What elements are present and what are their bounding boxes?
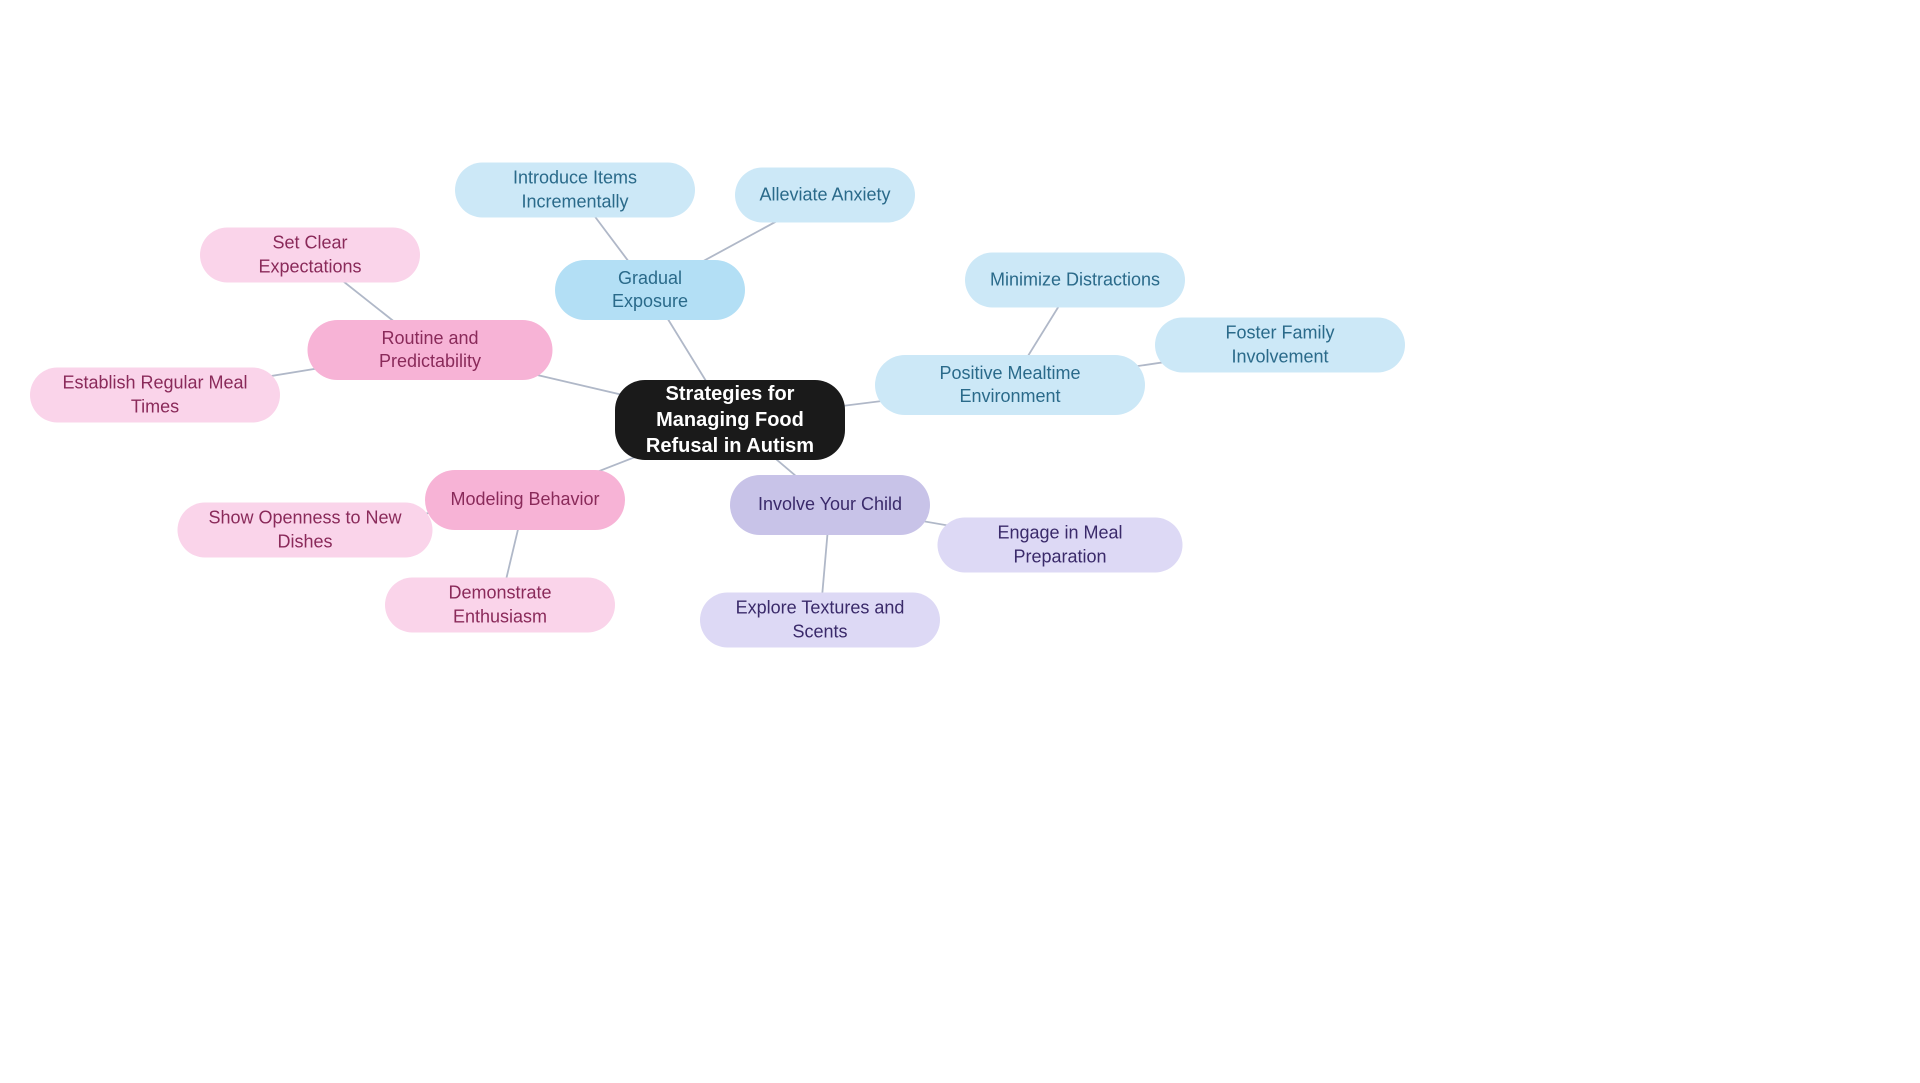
node-show-openness[interactable]: Show Openness to New Dishes <box>178 503 433 558</box>
node-positive-mealtime[interactable]: Positive Mealtime Environment <box>875 355 1145 415</box>
node-routine-predictability[interactable]: Routine and Predictability <box>308 320 553 380</box>
center-node[interactable]: Strategies for Managing Food Refusal in … <box>615 380 845 460</box>
node-alleviate-anxiety[interactable]: Alleviate Anxiety <box>735 168 915 223</box>
node-modeling-behavior[interactable]: Modeling Behavior <box>425 470 625 530</box>
node-demonstrate-enthusiasm[interactable]: Demonstrate Enthusiasm <box>385 578 615 633</box>
node-engage-meal-prep[interactable]: Engage in Meal Preparation <box>938 518 1183 573</box>
node-explore-textures[interactable]: Explore Textures and Scents <box>700 593 940 648</box>
node-involve-your-child[interactable]: Involve Your Child <box>730 475 930 535</box>
node-gradual-exposure[interactable]: Gradual Exposure <box>555 260 745 320</box>
node-establish-meal-times[interactable]: Establish Regular Meal Times <box>30 368 280 423</box>
node-minimize-distractions[interactable]: Minimize Distractions <box>965 253 1185 308</box>
node-introduce-items[interactable]: Introduce Items Incrementally <box>455 163 695 218</box>
node-foster-family[interactable]: Foster Family Involvement <box>1155 318 1405 373</box>
node-set-clear-expectations[interactable]: Set Clear Expectations <box>200 228 420 283</box>
mind-map: Strategies for Managing Food Refusal in … <box>0 0 1920 1083</box>
